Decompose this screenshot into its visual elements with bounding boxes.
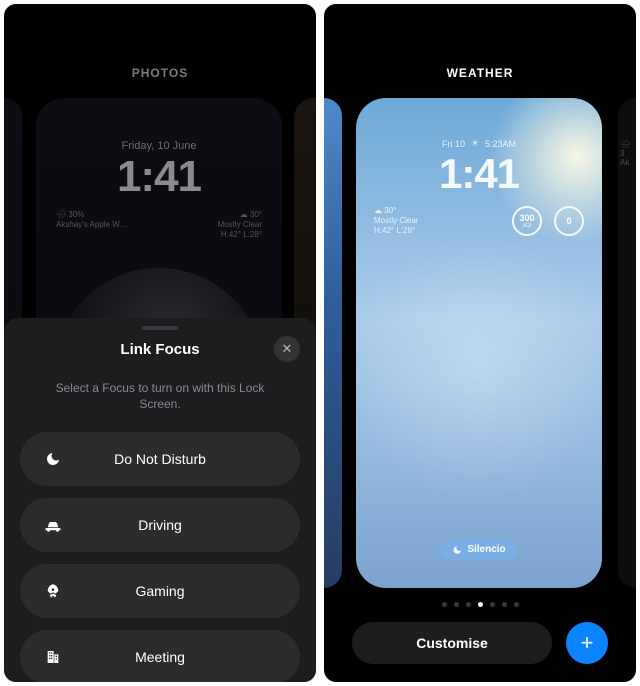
close-icon: ✕ xyxy=(282,341,293,357)
dot-active xyxy=(478,602,483,607)
uv-gauge: 0 xyxy=(554,206,584,236)
link-focus-sheet: Link Focus ✕ Select a Focus to turn on w… xyxy=(4,318,316,682)
gauge-value: 300 xyxy=(519,213,534,223)
dot xyxy=(514,602,519,607)
lockscreen-widgets: ☁ 30° Mostly Clear H:42° L:28° 300 AQI 0 xyxy=(374,206,584,236)
lockscreen-date-row: Fri 10 ☀ 5:23AM xyxy=(356,138,602,149)
widget-cond: Mostly Clear xyxy=(374,216,418,226)
gauge-value: 0 xyxy=(566,216,571,226)
gauge-label: AQI xyxy=(523,223,532,229)
widget-right-bottom: Mostly Clear xyxy=(218,220,262,229)
dot xyxy=(466,602,471,607)
page-dots[interactable] xyxy=(324,602,636,607)
peek-preview-left[interactable] xyxy=(324,98,342,588)
lockscreen-widgets: 🌧 30% Akshay's Apple W… ☁ 30° Mostly Cle… xyxy=(56,210,262,239)
sheet-title: Link Focus xyxy=(120,341,199,358)
focus-gaming[interactable]: Gaming xyxy=(20,564,300,618)
focus-label: Gaming xyxy=(42,583,278,599)
widget-temp: ☁ 30° xyxy=(374,206,418,216)
plus-icon: + xyxy=(581,630,594,656)
lockscreen-time: 1:41 xyxy=(36,152,282,202)
lockscreen-date: Friday, 10 June xyxy=(36,140,282,152)
focus-do-not-disturb[interactable]: Do Not Disturb xyxy=(20,432,300,486)
dot xyxy=(502,602,507,607)
focus-driving[interactable]: Driving xyxy=(20,498,300,552)
wallpaper-preview[interactable]: Fri 10 ☀ 5:23AM 1:41 ☁ 30° Mostly Clear … xyxy=(356,98,602,588)
dot xyxy=(454,602,459,607)
focus-list: Do Not Disturb Driving Gaming Meeting xyxy=(20,432,300,682)
moon-icon xyxy=(452,545,462,555)
peek-widget-bottom: Ak xyxy=(620,158,629,167)
widget-hl: H:42° L:28° xyxy=(374,226,418,236)
sheet-grabber[interactable] xyxy=(142,326,178,330)
category-label: WEATHER xyxy=(324,66,636,80)
close-button[interactable]: ✕ xyxy=(274,336,300,362)
focus-label: Meeting xyxy=(42,649,278,665)
focus-label: Do Not Disturb xyxy=(42,451,278,467)
customise-button[interactable]: Customise xyxy=(352,622,552,664)
sunrise-icon: ☀ xyxy=(471,138,479,149)
lockscreen-date-short: Fri 10 xyxy=(442,139,465,149)
category-label: PHOTOS xyxy=(4,66,316,80)
peek-widget-top: 🌧 3 xyxy=(620,140,630,158)
peek-preview-right[interactable]: 🌧 3 Ak xyxy=(618,98,636,588)
secondary-time: 5:23AM xyxy=(485,139,516,149)
phone-right: WEATHER 🌧 3 Ak Fri 10 ☀ 5:23AM 1:41 ☁ 30… xyxy=(324,4,636,682)
focus-meeting[interactable]: Meeting xyxy=(20,630,300,682)
bottom-actions: Customise + xyxy=(352,622,608,664)
focus-pill-label: Silencio xyxy=(467,544,505,555)
widget-right-top: ☁ 30° xyxy=(218,210,262,219)
dot xyxy=(490,602,495,607)
phone-left: PHOTOS Friday, 10 June 1:41 🌧 30% Akshay… xyxy=(4,4,316,682)
widget-left-top: 🌧 30% xyxy=(56,210,128,219)
aqi-gauge: 300 AQI xyxy=(512,206,542,236)
focus-pill[interactable]: Silencio xyxy=(440,539,517,560)
focus-label: Driving xyxy=(42,517,278,533)
widget-right-third: H:42° L:28° xyxy=(218,230,262,239)
add-button[interactable]: + xyxy=(566,622,608,664)
widget-left-bottom: Akshay's Apple W… xyxy=(56,220,128,229)
lockscreen-time: 1:41 xyxy=(356,150,602,198)
sheet-subtitle: Select a Focus to turn on with this Lock… xyxy=(42,380,278,412)
customise-label: Customise xyxy=(416,635,488,651)
dot xyxy=(442,602,447,607)
